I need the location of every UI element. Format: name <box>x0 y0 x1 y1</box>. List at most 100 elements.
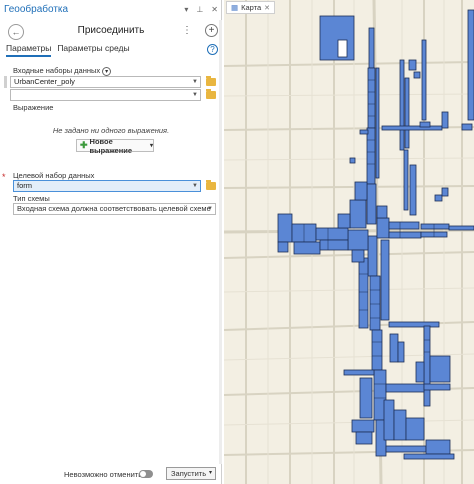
parcel <box>399 59 405 151</box>
parcel <box>383 399 395 441</box>
parcel <box>423 325 431 407</box>
dropdown-arrow-icon[interactable]: ▼ <box>207 204 213 214</box>
pane-scrollbar[interactable] <box>219 20 222 464</box>
pane-title: Геообработка <box>4 3 69 15</box>
parcel <box>347 229 369 251</box>
pane-window-controls: ▾ ⊥ ✕ <box>184 5 218 14</box>
input-dataset-value-1: UrbanCenter_poly <box>14 77 75 86</box>
parcel <box>389 333 399 363</box>
parcel <box>375 67 380 179</box>
parcel <box>277 241 289 253</box>
chevron-down-icon: ▾ <box>149 143 153 149</box>
no-expression-hint: Не задано ни одного выражения. <box>52 126 170 135</box>
undo-label: Невозможно отменить <box>64 470 143 479</box>
browse-folder-icon[interactable] <box>206 180 216 190</box>
parcel <box>355 431 373 445</box>
pane-options-icon[interactable]: ▾ <box>184 5 188 14</box>
add-expression-icon: ✚ <box>80 140 88 150</box>
new-expression-label: Новое выражение <box>89 136 133 155</box>
tool-row: ← Присоединить ⋮ + <box>0 20 222 42</box>
parcel <box>371 329 383 371</box>
parcel <box>376 217 390 239</box>
parcel <box>388 231 422 239</box>
dropdown-arrow-icon[interactable]: ▼ <box>192 77 198 87</box>
parcel <box>423 383 451 391</box>
run-button-label: Запустить <box>171 469 207 478</box>
parcel <box>385 445 427 453</box>
parcel <box>354 181 368 201</box>
parcel <box>415 361 425 383</box>
parcel <box>351 419 375 433</box>
parcel <box>359 377 373 419</box>
parcel <box>366 127 376 185</box>
parcel <box>421 39 427 121</box>
parcel <box>403 149 409 211</box>
parcel <box>319 15 355 61</box>
dropdown-arrow-icon[interactable]: ▼ <box>192 90 198 100</box>
parcel <box>367 235 378 277</box>
parcel <box>388 321 440 328</box>
parcel <box>349 157 356 164</box>
parcel <box>381 125 443 131</box>
parcel <box>337 213 351 229</box>
help-icon[interactable]: ? <box>207 44 218 55</box>
parcel <box>413 71 421 79</box>
parcel <box>404 77 410 149</box>
parcel <box>429 355 451 383</box>
required-marker-icon: * <box>2 172 6 182</box>
parcel <box>461 123 473 131</box>
map-tab[interactable]: ▦ Карта ✕ <box>226 1 276 14</box>
map-view[interactable]: ▦ Карта ✕ <box>224 0 474 484</box>
parcel <box>434 194 443 202</box>
parcel <box>367 67 376 129</box>
map-icon: ▦ <box>231 3 239 12</box>
tab-parameters[interactable]: Параметры <box>6 43 52 57</box>
parcel <box>397 341 405 363</box>
parcel <box>425 439 451 455</box>
chevron-down-icon[interactable]: ▾ <box>102 66 112 76</box>
drag-handle-icon[interactable] <box>4 76 7 88</box>
map-canvas[interactable] <box>224 0 474 484</box>
dropdown-arrow-icon[interactable]: ▾ <box>209 469 212 476</box>
parcel <box>388 221 420 230</box>
dropdown-arrow-icon[interactable]: ▼ <box>192 181 198 191</box>
pane-close-icon[interactable]: ✕ <box>211 5 218 14</box>
parcel <box>467 9 474 121</box>
undo-toggle[interactable] <box>139 470 153 478</box>
browse-folder-icon[interactable] <box>206 89 216 99</box>
parcel <box>408 59 417 71</box>
input-dataset-field-2[interactable]: ▼ <box>10 89 201 101</box>
parcel <box>369 275 381 331</box>
parcel <box>441 111 449 129</box>
run-button[interactable]: Запустить ▾ <box>166 467 216 480</box>
parcel <box>315 227 349 241</box>
browse-folder-icon[interactable] <box>206 76 216 86</box>
parcel <box>409 164 417 216</box>
pane-footer: Невозможно отменить Запустить ▾ <box>0 464 222 484</box>
schema-type-value: Входная схема должна соответствовать цел… <box>17 204 211 213</box>
parcel <box>319 239 349 251</box>
tab-environments[interactable]: Параметры среды <box>57 43 129 57</box>
parcel <box>393 409 407 441</box>
add-icon[interactable]: + <box>205 24 218 37</box>
more-options-icon[interactable]: ⋮ <box>182 25 192 36</box>
parcel <box>441 187 449 197</box>
target-dataset-value: form <box>17 181 32 190</box>
input-datasets-label-text: Входные наборы данных <box>13 66 101 75</box>
pane-pin-icon[interactable]: ⊥ <box>196 5 203 14</box>
pane-header: Геообработка ▾ ⊥ ✕ <box>0 0 222 18</box>
parcel <box>385 383 425 393</box>
pane-tabs: Параметры Параметры среды <box>6 43 130 57</box>
parcel <box>420 223 450 230</box>
parcel <box>448 225 474 231</box>
target-dataset-field[interactable]: form ▼ <box>13 180 201 192</box>
parcel <box>349 199 367 229</box>
parcel <box>343 369 375 376</box>
input-dataset-field-1[interactable]: UrbanCenter_poly ▼ <box>10 76 201 88</box>
parcel <box>368 27 375 69</box>
input-datasets-label: Входные наборы данных ▾ <box>13 66 112 76</box>
close-tab-icon[interactable]: ✕ <box>264 4 270 12</box>
parcel <box>351 249 365 263</box>
new-expression-button[interactable]: ✚ Новое выражение ▾ <box>76 136 154 155</box>
schema-type-select[interactable]: Входная схема должна соответствовать цел… <box>13 203 216 215</box>
